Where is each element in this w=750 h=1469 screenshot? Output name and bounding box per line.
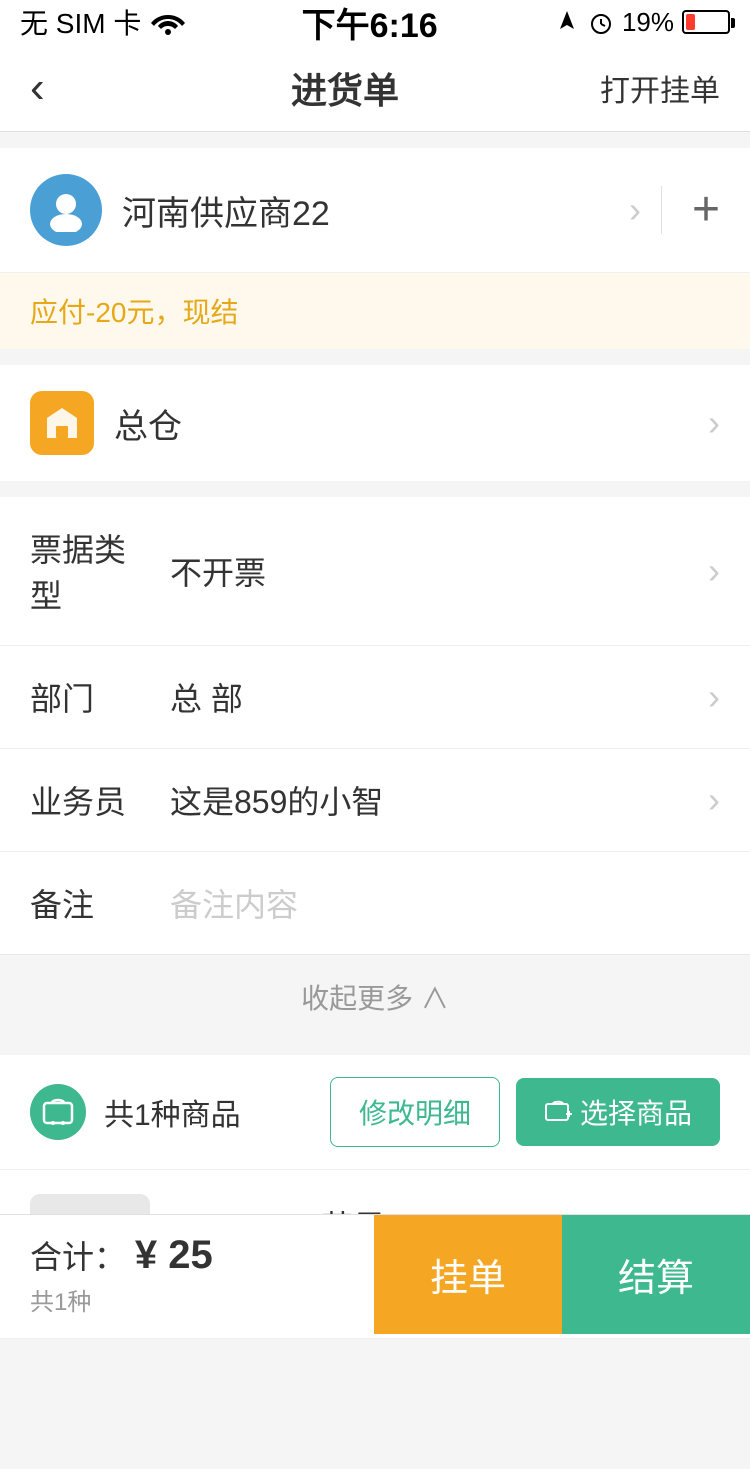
status-bar: 无 SIM 卡 下午6:16 19%	[0, 0, 750, 44]
avatar-icon	[44, 188, 88, 232]
status-bar-right: 19%	[554, 7, 730, 38]
total-amount: ¥ 25	[135, 1233, 213, 1277]
supplier-section: 河南供应商22 › + 应付-20元，现结	[0, 148, 750, 349]
total-amount-row: 合计： ¥ 25	[30, 1232, 344, 1278]
select-product-label: 选择商品	[580, 1092, 692, 1132]
department-label: 部门	[30, 674, 150, 720]
supplier-name: 河南供应商22	[122, 186, 629, 235]
battery-icon	[682, 10, 730, 34]
product-header: 共1种商品 修改明细 选择商品	[0, 1055, 750, 1170]
product-count-icon	[30, 1084, 86, 1140]
hold-button[interactable]: 挂单	[374, 1215, 562, 1334]
salesperson-row[interactable]: 业务员 这是859的小智 ›	[0, 749, 750, 852]
warehouse-row[interactable]: 总仓 ›	[0, 365, 750, 481]
status-bar-left: 无 SIM 卡	[20, 2, 185, 42]
total-section: 合计： ¥ 25 共1种	[0, 1215, 374, 1334]
supplier-row[interactable]: 河南供应商22 › +	[0, 148, 750, 273]
alarm-icon	[588, 9, 614, 35]
department-row[interactable]: 部门 总 部 ›	[0, 646, 750, 749]
total-count: 共1种	[30, 1282, 344, 1317]
edit-detail-button[interactable]: 修改明细	[330, 1077, 500, 1147]
divider	[661, 186, 662, 234]
collapse-bar[interactable]: 收起更多 ∧	[0, 954, 750, 1039]
cart-icon	[41, 1095, 75, 1129]
nav-bar: ‹ 进货单 打开挂单	[0, 44, 750, 132]
remark-label: 备注	[30, 880, 150, 926]
warehouse-name: 总仓	[114, 399, 708, 448]
select-product-button[interactable]: 选择商品	[516, 1078, 720, 1146]
open-hold-button[interactable]: 打开挂单	[600, 66, 720, 110]
invoice-chevron-icon: ›	[708, 550, 720, 592]
total-label: 合计：	[30, 1239, 126, 1275]
warehouse-chevron-icon: ›	[708, 402, 720, 444]
wifi-icon	[151, 9, 185, 35]
cart-plus-icon	[544, 1098, 572, 1126]
status-bar-time: 下午6:16	[302, 0, 438, 47]
page-title: 进货单	[90, 62, 600, 114]
battery-percentage: 19%	[622, 7, 674, 38]
salesperson-value: 这是859的小智	[150, 777, 708, 823]
invoice-label: 票据类型	[30, 525, 150, 617]
supplier-avatar	[30, 174, 102, 246]
salesperson-chevron-icon: ›	[708, 779, 720, 821]
invoice-value: 不开票	[150, 548, 708, 594]
warehouse-icon	[43, 404, 81, 442]
invoice-row[interactable]: 票据类型 不开票 ›	[0, 497, 750, 646]
location-icon	[554, 9, 580, 35]
supplier-chevron-icon: ›	[629, 189, 641, 231]
warehouse-section: 总仓 ›	[0, 365, 750, 481]
bottom-bar: 合计： ¥ 25 共1种 挂单 结算	[0, 1214, 750, 1334]
warehouse-icon-wrap	[30, 391, 94, 455]
remark-input[interactable]: 备注内容	[150, 880, 720, 926]
collapse-label: 收起更多 ∧	[301, 983, 449, 1014]
product-count-text: 共1种商品	[104, 1090, 330, 1134]
department-value: 总 部	[150, 674, 708, 720]
back-button[interactable]: ‹	[30, 63, 90, 113]
supplier-notice: 应付-20元，现结	[0, 273, 750, 349]
checkout-button[interactable]: 结算	[562, 1215, 750, 1334]
form-section: 票据类型 不开票 › 部门 总 部 › 业务员 这是859的小智 › 备注 备注…	[0, 497, 750, 954]
carrier-text: 无 SIM 卡	[20, 2, 141, 42]
remark-row[interactable]: 备注 备注内容	[0, 852, 750, 954]
salesperson-label: 业务员	[30, 777, 150, 823]
add-supplier-button[interactable]: +	[692, 186, 720, 234]
department-chevron-icon: ›	[708, 676, 720, 718]
